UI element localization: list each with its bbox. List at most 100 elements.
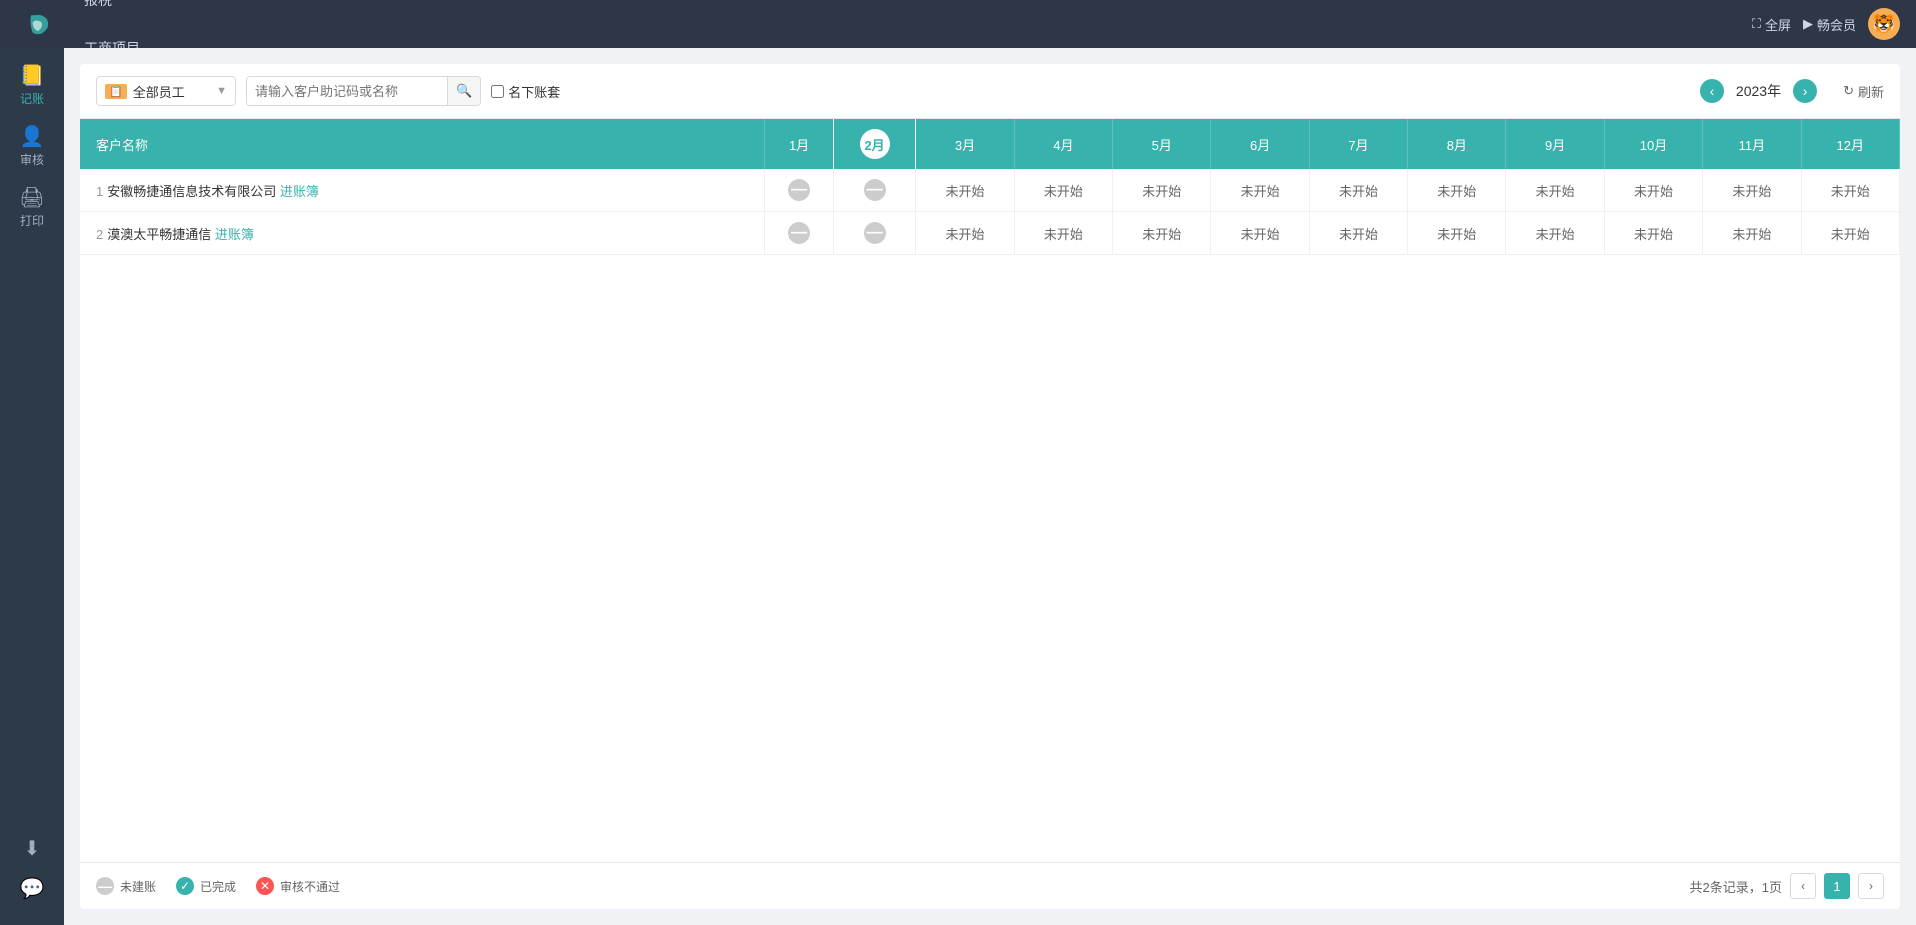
top-nav-right: ⛶ 全屏 ▶ 畅会员 🐯 xyxy=(1752,8,1900,40)
search-input[interactable] xyxy=(247,84,447,99)
cell-m4-0: 未开始 xyxy=(1014,169,1112,212)
enter-ledger-link[interactable]: 进账簿 xyxy=(280,184,319,199)
cell-m7-1: 未开始 xyxy=(1309,212,1407,255)
col-header-m11: 11月 xyxy=(1703,119,1801,169)
review-icon: 👤 xyxy=(20,127,45,147)
row-num: 2 xyxy=(96,227,103,242)
content-inner: 📋 全部员工 ▼ 🔍 名下账套 ‹ 2023年 › xyxy=(80,64,1900,909)
cell-name-0: 1安徽畅捷通信息技术有限公司 进账簿 xyxy=(80,169,765,212)
sidebar-item-accounting[interactable]: 📒 记账 xyxy=(0,56,64,117)
table-body: 1安徽畅捷通信息技术有限公司 进账簿——未开始未开始未开始未开始未开始未开始未开… xyxy=(80,169,1900,255)
play-icon: ▶ xyxy=(1803,16,1813,32)
sidebar-item-accounting-label: 记账 xyxy=(20,90,44,107)
download-icon: ⬇ xyxy=(24,839,41,859)
current-month-circle: 2月 xyxy=(860,129,890,159)
cell-m3-1: 未开始 xyxy=(916,212,1014,255)
toolbar: 📋 全部员工 ▼ 🔍 名下账套 ‹ 2023年 › xyxy=(80,64,1900,119)
completed-icon: ✓ xyxy=(176,877,194,895)
checkbox-text: 名下账套 xyxy=(508,82,560,101)
content-area: 📋 全部员工 ▼ 🔍 名下账套 ‹ 2023年 › xyxy=(64,48,1916,925)
member-button[interactable]: ▶ 畅会员 xyxy=(1803,15,1856,34)
col-header-m8: 8月 xyxy=(1408,119,1506,169)
sidebar-item-chat[interactable]: 💬 xyxy=(20,869,45,909)
search-wrap: 🔍 xyxy=(246,76,481,106)
col-header-m2: 2月 xyxy=(833,119,916,169)
table-wrap: 客户名称 1月 2月 3月 4月 5月 6月 7月 8月 9月 xyxy=(80,119,1900,862)
sidebar-item-print[interactable]: 🖨 打印 xyxy=(0,178,64,239)
sidebar: 📒 记账 👤 审核 🖨 打印 ⬇ 💬 xyxy=(0,48,64,925)
print-icon: 🖨 xyxy=(19,188,44,208)
row-name: 安徽畅捷通信息技术有限公司 xyxy=(107,184,276,199)
completed-label: 已完成 xyxy=(200,878,236,895)
table-header-row: 客户名称 1月 2月 3月 4月 5月 6月 7月 8月 9月 xyxy=(80,119,1900,169)
legend-rejected: ✕ 审核不通过 xyxy=(256,877,340,895)
col-header-m4: 4月 xyxy=(1014,119,1112,169)
employee-select[interactable]: 📋 全部员工 ▼ xyxy=(96,76,236,106)
sidebar-item-print-label: 打印 xyxy=(20,212,44,229)
col-header-m3: 3月 xyxy=(916,119,1014,169)
nav-item-报税[interactable]: 报税 xyxy=(68,0,156,24)
cell-m3-0: 未开始 xyxy=(916,169,1014,212)
checkbox-label[interactable]: 名下账套 xyxy=(491,82,560,101)
employee-badge: 📋 xyxy=(105,84,127,99)
cell-m12-1: 未开始 xyxy=(1801,212,1899,255)
refresh-button[interactable]: ↻ 刷新 xyxy=(1843,82,1884,101)
status-not-started-icon: — xyxy=(864,222,886,244)
cell-m10-0: 未开始 xyxy=(1604,169,1702,212)
search-button[interactable]: 🔍 xyxy=(447,77,480,105)
sidebar-item-review[interactable]: 👤 审核 xyxy=(0,117,64,178)
refresh-icon: ↻ xyxy=(1843,83,1854,99)
cell-m9-1: 未开始 xyxy=(1506,212,1604,255)
col-header-m9: 9月 xyxy=(1506,119,1604,169)
cell-m5-1: 未开始 xyxy=(1113,212,1211,255)
prev-page-button[interactable]: ‹ xyxy=(1790,873,1816,899)
chat-icon: 💬 xyxy=(20,879,45,899)
table-row: 2漠澳太平畅捷通信 进账簿——未开始未开始未开始未开始未开始未开始未开始未开始未… xyxy=(80,212,1900,255)
cell-name-1: 2 漠澳太平畅捷通信 进账簿 xyxy=(80,212,765,255)
sidebar-item-review-label: 审核 xyxy=(20,151,44,168)
next-page-button[interactable]: › xyxy=(1858,873,1884,899)
rejected-label: 审核不通过 xyxy=(280,878,340,895)
my-accounts-checkbox[interactable] xyxy=(491,85,504,98)
sidebar-item-download[interactable]: ⬇ xyxy=(20,829,45,869)
fullscreen-button[interactable]: ⛶ 全屏 xyxy=(1752,15,1791,34)
top-navigation: 首页客户收费票据记账报税工商项目消息管理经营服务设置 ⛶ 全屏 ▶ 畅会员 🐯 xyxy=(0,0,1916,48)
cell-m1-1: — xyxy=(765,212,833,255)
accounting-table: 客户名称 1月 2月 3月 4月 5月 6月 7月 8月 9月 xyxy=(80,119,1900,255)
year-label: 2023年 xyxy=(1736,81,1781,101)
cell-m2-1: — xyxy=(833,212,916,255)
cell-m12-0: 未开始 xyxy=(1801,169,1899,212)
col-header-name: 客户名称 xyxy=(80,119,765,169)
next-year-button[interactable]: › xyxy=(1793,79,1817,103)
col-header-m7: 7月 xyxy=(1309,119,1407,169)
main-layout: 📒 记账 👤 审核 🖨 打印 ⬇ 💬 📋 全部员工 xyxy=(0,48,1916,925)
cell-m6-1: 未开始 xyxy=(1211,212,1309,255)
cell-m1-0: — xyxy=(765,169,833,212)
col-header-m12: 12月 xyxy=(1801,119,1899,169)
prev-year-button[interactable]: ‹ xyxy=(1700,79,1724,103)
fullscreen-label: 全屏 xyxy=(1765,15,1791,34)
total-records: 共2条记录，1页 xyxy=(1690,877,1782,896)
rejected-icon: ✕ xyxy=(256,877,274,895)
year-navigation: ‹ 2023年 › xyxy=(1700,79,1817,103)
cell-m8-1: 未开始 xyxy=(1408,212,1506,255)
table-row: 1安徽畅捷通信息技术有限公司 进账簿——未开始未开始未开始未开始未开始未开始未开… xyxy=(80,169,1900,212)
pagination: 共2条记录，1页 ‹ 1 › xyxy=(1690,873,1884,899)
accounting-icon: 📒 xyxy=(20,66,45,86)
enter-ledger-link[interactable]: 进账簿 xyxy=(215,227,254,242)
status-not-started-icon: — xyxy=(864,179,886,201)
search-icon: 🔍 xyxy=(456,83,472,99)
legend-completed: ✓ 已完成 xyxy=(176,877,236,895)
legend-not-created: — 未建账 xyxy=(96,877,156,895)
cell-m10-1: 未开始 xyxy=(1604,212,1702,255)
col-header-m10: 10月 xyxy=(1604,119,1702,169)
cell-m9-0: 未开始 xyxy=(1506,169,1604,212)
fullscreen-icon: ⛶ xyxy=(1752,16,1761,32)
cell-m5-0: 未开始 xyxy=(1113,169,1211,212)
current-page: 1 xyxy=(1824,873,1850,899)
col-header-m5: 5月 xyxy=(1113,119,1211,169)
row-name: 漠澳太平畅捷通信 xyxy=(107,227,211,242)
user-avatar[interactable]: 🐯 xyxy=(1868,8,1900,40)
not-created-label: 未建账 xyxy=(120,878,156,895)
refresh-label: 刷新 xyxy=(1858,82,1884,101)
